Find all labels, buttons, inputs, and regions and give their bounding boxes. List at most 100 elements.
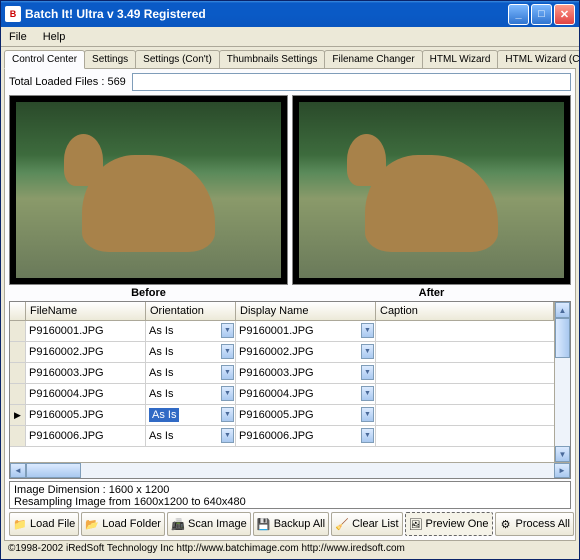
cell-caption[interactable] xyxy=(376,405,570,425)
header-orientation[interactable]: Orientation xyxy=(146,302,236,320)
cell-display[interactable]: P9160001.JPG▼ xyxy=(236,321,376,341)
cell-display[interactable]: P9160004.JPG▼ xyxy=(236,384,376,404)
cell-filename[interactable]: P9160005.JPG xyxy=(26,405,146,425)
header-filename[interactable]: FileName xyxy=(26,302,146,320)
scroll-right-button[interactable]: ► xyxy=(554,463,570,478)
tab-filename-changer[interactable]: Filename Changer xyxy=(324,50,422,68)
bottom-toolbar: 📁Load File 📂Load Folder 📠Scan Image 💾Bac… xyxy=(9,512,571,536)
dropdown-icon[interactable]: ▼ xyxy=(221,344,234,359)
load-folder-button[interactable]: 📂Load Folder xyxy=(81,512,165,536)
cell-filename[interactable]: P9160004.JPG xyxy=(26,384,146,404)
folder-icon: 📁 xyxy=(13,517,27,531)
cell-caption[interactable] xyxy=(376,363,570,383)
tab-panel: Total Loaded Files : 569 Before After Fi… xyxy=(4,69,576,541)
app-window: B Batch It! Ultra v 3.49 Registered _ □ … xyxy=(0,0,580,560)
dropdown-icon[interactable]: ▼ xyxy=(221,386,234,401)
dropdown-icon[interactable]: ▼ xyxy=(361,323,374,338)
horizontal-scrollbar[interactable]: ◄ ► xyxy=(10,462,570,478)
tab-strip: Control Center Settings Settings (Con't)… xyxy=(4,50,576,69)
status-row: Total Loaded Files : 569 xyxy=(9,73,571,91)
titlebar[interactable]: B Batch It! Ultra v 3.49 Registered _ □ … xyxy=(1,1,579,27)
scroll-up-button[interactable]: ▲ xyxy=(555,302,570,318)
info-panel: Image Dimension : 1600 x 1200 Resampling… xyxy=(9,481,571,509)
file-grid: FileName Orientation Display Name Captio… xyxy=(9,301,571,479)
hscroll-track[interactable] xyxy=(26,463,554,478)
client-area: Control Center Settings Settings (Con't)… xyxy=(1,47,579,559)
scroll-down-button[interactable]: ▼ xyxy=(555,446,570,462)
close-button[interactable]: ✕ xyxy=(554,4,575,25)
header-caption[interactable]: Caption xyxy=(376,302,554,320)
clear-list-button[interactable]: 🧹Clear List xyxy=(331,512,402,536)
preview-labels: Before After xyxy=(9,287,571,299)
scanner-icon: 📠 xyxy=(171,517,185,531)
menu-file[interactable]: File xyxy=(5,29,31,45)
row-marker xyxy=(10,363,26,383)
vscroll-track[interactable] xyxy=(555,318,570,446)
cell-filename[interactable]: P9160001.JPG xyxy=(26,321,146,341)
process-all-button[interactable]: ⚙Process All xyxy=(495,512,574,536)
preview-icon: 🖼 xyxy=(409,517,423,531)
dropdown-icon[interactable]: ▼ xyxy=(221,407,234,422)
preview-one-button[interactable]: 🖼Preview One xyxy=(405,512,493,536)
tab-control-center[interactable]: Control Center xyxy=(4,50,85,69)
dropdown-icon[interactable]: ▼ xyxy=(361,344,374,359)
tab-html-wizard-cont[interactable]: HTML Wizard (Con't) xyxy=(497,50,579,68)
header-display[interactable]: Display Name xyxy=(236,302,376,320)
cell-display[interactable]: P9160002.JPG▼ xyxy=(236,342,376,362)
table-row[interactable]: P9160006.JPGAs Is▼P9160006.JPG▼ xyxy=(10,426,570,447)
dropdown-icon[interactable]: ▼ xyxy=(361,365,374,380)
label-before: Before xyxy=(9,287,288,299)
scroll-left-button[interactable]: ◄ xyxy=(10,463,26,478)
vertical-scrollbar[interactable]: ▲ ▼ xyxy=(554,302,570,462)
table-row[interactable]: P9160004.JPGAs Is▼P9160004.JPG▼ xyxy=(10,384,570,405)
cell-orientation[interactable]: As Is▼ xyxy=(146,342,236,362)
row-marker xyxy=(10,342,26,362)
cell-display[interactable]: P9160003.JPG▼ xyxy=(236,363,376,383)
dropdown-icon[interactable]: ▼ xyxy=(221,323,234,338)
cell-orientation[interactable]: As Is▼ xyxy=(146,384,236,404)
cell-orientation[interactable]: As Is▼ xyxy=(146,426,236,446)
tab-thumbnails[interactable]: Thumbnails Settings xyxy=(219,50,326,68)
preview-row xyxy=(9,95,571,285)
label-after: After xyxy=(292,287,571,299)
tab-settings[interactable]: Settings xyxy=(84,50,136,68)
dropdown-icon[interactable]: ▼ xyxy=(221,365,234,380)
folder-open-icon: 📂 xyxy=(85,517,99,531)
clear-icon: 🧹 xyxy=(335,517,349,531)
cell-filename[interactable]: P9160006.JPG xyxy=(26,426,146,446)
cell-display[interactable]: P9160006.JPG▼ xyxy=(236,426,376,446)
table-row[interactable]: ▶P9160005.JPGAs Is▼P9160005.JPG▼ xyxy=(10,405,570,426)
total-loaded-label: Total Loaded Files : 569 xyxy=(9,76,126,88)
tab-settings-cont[interactable]: Settings (Con't) xyxy=(135,50,220,68)
dropdown-icon[interactable]: ▼ xyxy=(361,407,374,422)
cell-display[interactable]: P9160005.JPG▼ xyxy=(236,405,376,425)
dropdown-icon[interactable]: ▼ xyxy=(361,428,374,443)
header-marker[interactable] xyxy=(10,302,26,320)
cell-orientation[interactable]: As Is▼ xyxy=(146,321,236,341)
tab-html-wizard[interactable]: HTML Wizard xyxy=(422,50,499,68)
preview-after xyxy=(292,95,571,285)
row-marker xyxy=(10,384,26,404)
grid-body: P9160001.JPGAs Is▼P9160001.JPG▼P9160002.… xyxy=(10,321,570,462)
dropdown-icon[interactable]: ▼ xyxy=(221,428,234,443)
cell-caption[interactable] xyxy=(376,342,570,362)
cell-caption[interactable] xyxy=(376,384,570,404)
cell-filename[interactable]: P9160003.JPG xyxy=(26,363,146,383)
cell-orientation[interactable]: As Is▼ xyxy=(146,363,236,383)
table-row[interactable]: P9160001.JPGAs Is▼P9160001.JPG▼ xyxy=(10,321,570,342)
cell-filename[interactable]: P9160002.JPG xyxy=(26,342,146,362)
load-file-button[interactable]: 📁Load File xyxy=(9,512,79,536)
scan-image-button[interactable]: 📠Scan Image xyxy=(167,512,251,536)
dropdown-icon[interactable]: ▼ xyxy=(361,386,374,401)
backup-all-button[interactable]: 💾Backup All xyxy=(253,512,329,536)
cell-caption[interactable] xyxy=(376,321,570,341)
vscroll-thumb[interactable] xyxy=(555,318,570,358)
menu-help[interactable]: Help xyxy=(39,29,70,45)
minimize-button[interactable]: _ xyxy=(508,4,529,25)
cell-caption[interactable] xyxy=(376,426,570,446)
cell-orientation[interactable]: As Is▼ xyxy=(146,405,236,425)
table-row[interactable]: P9160003.JPGAs Is▼P9160003.JPG▼ xyxy=(10,363,570,384)
table-row[interactable]: P9160002.JPGAs Is▼P9160002.JPG▼ xyxy=(10,342,570,363)
maximize-button[interactable]: □ xyxy=(531,4,552,25)
hscroll-thumb[interactable] xyxy=(26,463,81,478)
